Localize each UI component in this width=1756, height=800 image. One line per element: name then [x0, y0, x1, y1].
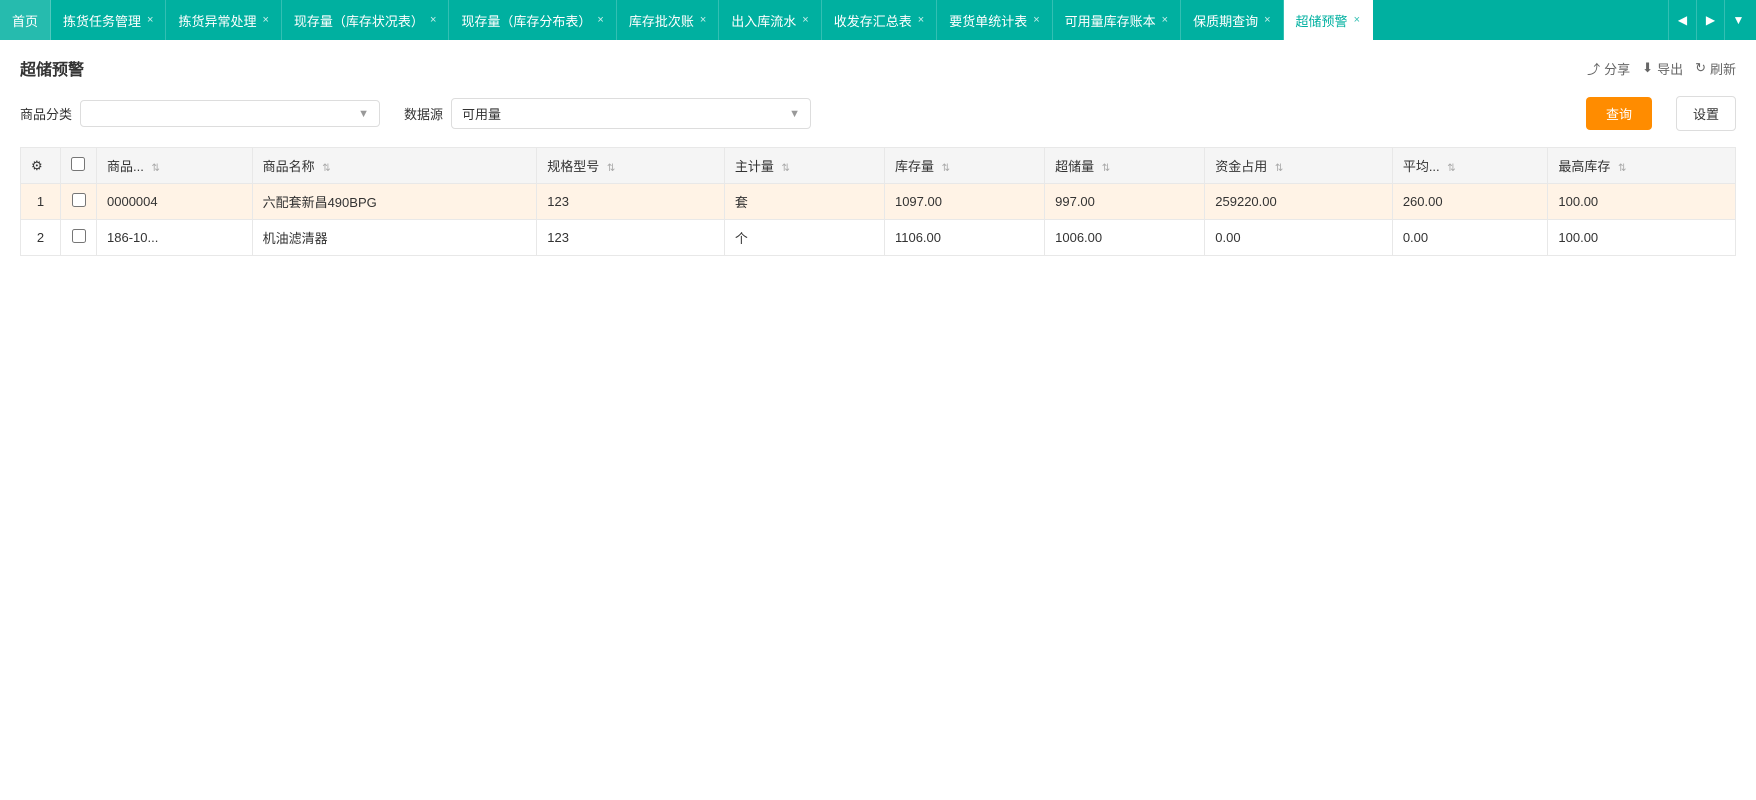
sort-icon: ⇅	[322, 163, 330, 174]
share-icon: ⤴	[1587, 59, 1600, 78]
close-icon[interactable]: ×	[262, 14, 268, 26]
nav-more-button[interactable]: ▼	[1724, 0, 1752, 40]
nav-item-batch[interactable]: 库存批次账 ×	[617, 0, 719, 40]
header-actions: ⤴ 分享 ⬇ 导出 ↻ 刷新	[1587, 59, 1736, 78]
data-table: ⚙ 商品... ⇅ 商品名称 ⇅ 规格型号 ⇅ 主计量	[20, 147, 1736, 256]
column-settings[interactable]: ⚙	[21, 148, 61, 184]
sort-icon: ⇅	[781, 163, 789, 174]
settings-button[interactable]: 设置	[1676, 96, 1736, 131]
cell-unit: 套	[724, 184, 884, 220]
column-product-name[interactable]: 商品名称 ⇅	[252, 148, 537, 184]
close-icon[interactable]: ×	[1264, 14, 1270, 26]
cell-avg: 0.00	[1392, 220, 1548, 256]
cell-overstock: 1006.00	[1045, 220, 1205, 256]
filter-row: 商品分类 ▼ 数据源 可用量 ▼ 查询 设置	[20, 96, 1736, 131]
cell-unit: 个	[724, 220, 884, 256]
export-button[interactable]: ⬇ 导出	[1642, 59, 1683, 78]
nav-item-summary[interactable]: 收发存汇总表 ×	[822, 0, 937, 40]
column-stock[interactable]: 库存量 ⇅	[884, 148, 1044, 184]
column-overstock[interactable]: 超储量 ⇅	[1045, 148, 1205, 184]
nav-prev-button[interactable]: ◀	[1668, 0, 1696, 40]
column-avg[interactable]: 平均... ⇅	[1392, 148, 1548, 184]
nav-item-available[interactable]: 可用量库存账本 ×	[1053, 0, 1181, 40]
category-filter: 商品分类 ▼	[20, 100, 380, 127]
cell-avg: 260.00	[1392, 184, 1548, 220]
table-header-row: ⚙ 商品... ⇅ 商品名称 ⇅ 规格型号 ⇅ 主计量	[21, 148, 1736, 184]
cell-stock: 1106.00	[884, 220, 1044, 256]
nav-item-order-stats[interactable]: 要货单统计表 ×	[937, 0, 1052, 40]
category-select[interactable]: ▼	[80, 100, 380, 127]
nav-item-expiry[interactable]: 保质期查询 ×	[1181, 0, 1283, 40]
column-capital[interactable]: 资金占用 ⇅	[1205, 148, 1393, 184]
close-icon[interactable]: ×	[802, 14, 808, 26]
datasource-label: 数据源	[404, 104, 443, 123]
nav-controls: ◀ ▶ ▼	[1668, 0, 1756, 40]
refresh-button[interactable]: ↻ 刷新	[1695, 59, 1736, 78]
refresh-icon: ↻	[1695, 60, 1706, 76]
row-checkbox[interactable]	[72, 229, 86, 243]
row-checkbox-cell[interactable]	[61, 220, 97, 256]
cell-max-stock: 100.00	[1548, 220, 1736, 256]
nav-next-button[interactable]: ▶	[1696, 0, 1724, 40]
close-icon[interactable]: ×	[700, 14, 706, 26]
row-number: 1	[21, 184, 61, 220]
column-checkbox[interactable]	[61, 148, 97, 184]
select-all-checkbox[interactable]	[71, 157, 85, 171]
export-icon: ⬇	[1642, 60, 1653, 76]
column-max-stock[interactable]: 最高库存 ⇅	[1548, 148, 1736, 184]
nav-item-inout-flow[interactable]: 出入库流水 ×	[719, 0, 821, 40]
cell-capital: 0.00	[1205, 220, 1393, 256]
close-icon[interactable]: ×	[1354, 14, 1360, 26]
chevron-down-icon: ▼	[358, 108, 369, 120]
sort-icon: ⇅	[607, 163, 615, 174]
column-product-code[interactable]: 商品... ⇅	[97, 148, 253, 184]
sort-icon: ⇅	[942, 163, 950, 174]
cell-spec: 123	[537, 220, 725, 256]
sort-icon: ⇅	[1102, 163, 1110, 174]
sort-icon: ⇅	[1275, 163, 1283, 174]
row-checkbox-cell[interactable]	[61, 184, 97, 220]
page-container: 超储预警 ⤴ 分享 ⬇ 导出 ↻ 刷新 商品分类 ▼ 数据源	[0, 40, 1756, 800]
sort-icon: ⇅	[1447, 163, 1455, 174]
datasource-select[interactable]: 可用量 ▼	[451, 98, 811, 129]
cell-product-code: 186-10...	[97, 220, 253, 256]
cell-spec: 123	[537, 184, 725, 220]
close-icon[interactable]: ×	[1162, 14, 1168, 26]
nav-item-home[interactable]: 首页	[0, 0, 51, 40]
column-unit[interactable]: 主计量 ⇅	[724, 148, 884, 184]
chevron-down-icon: ▼	[789, 108, 800, 120]
nav-item-task[interactable]: 拣货任务管理 ×	[51, 0, 166, 40]
cell-overstock: 997.00	[1045, 184, 1205, 220]
nav-item-stock-status[interactable]: 现存量（库存状况表） ×	[282, 0, 449, 40]
nav-item-abnormal[interactable]: 拣货异常处理 ×	[166, 0, 281, 40]
cell-product-name: 六配套新昌490BPG	[252, 184, 537, 220]
row-checkbox[interactable]	[72, 193, 86, 207]
close-icon[interactable]: ×	[918, 14, 924, 26]
cell-product-name: 机油滤清器	[252, 220, 537, 256]
query-button[interactable]: 查询	[1586, 97, 1652, 130]
cell-product-code: 0000004	[97, 184, 253, 220]
cell-max-stock: 100.00	[1548, 184, 1736, 220]
close-icon[interactable]: ×	[597, 14, 603, 26]
category-label: 商品分类	[20, 104, 72, 123]
column-spec[interactable]: 规格型号 ⇅	[537, 148, 725, 184]
cell-stock: 1097.00	[884, 184, 1044, 220]
nav-item-overstock[interactable]: 超储预警 ×	[1284, 0, 1373, 40]
datasource-value: 可用量	[462, 104, 501, 123]
close-icon[interactable]: ×	[147, 14, 153, 26]
share-button[interactable]: ⤴ 分享	[1587, 59, 1630, 78]
row-number: 2	[21, 220, 61, 256]
nav-item-stock-dist[interactable]: 现存量（库存分布表） ×	[449, 0, 616, 40]
sort-icon: ⇅	[151, 163, 159, 174]
table-row: 1 0000004 六配套新昌490BPG 123 套 1097.00 997.…	[21, 184, 1736, 220]
sort-icon: ⇅	[1618, 163, 1626, 174]
table-row: 2 186-10... 机油滤清器 123 个 1106.00 1006.00 …	[21, 220, 1736, 256]
close-icon[interactable]: ×	[430, 14, 436, 26]
page-header: 超储预警 ⤴ 分享 ⬇ 导出 ↻ 刷新	[20, 56, 1736, 80]
datasource-filter: 数据源 可用量 ▼	[404, 98, 811, 129]
cell-capital: 259220.00	[1205, 184, 1393, 220]
page-title: 超储预警	[20, 56, 84, 80]
close-icon[interactable]: ×	[1033, 14, 1039, 26]
top-navigation: 首页 拣货任务管理 × 拣货异常处理 × 现存量（库存状况表） × 现存量（库存…	[0, 0, 1756, 40]
